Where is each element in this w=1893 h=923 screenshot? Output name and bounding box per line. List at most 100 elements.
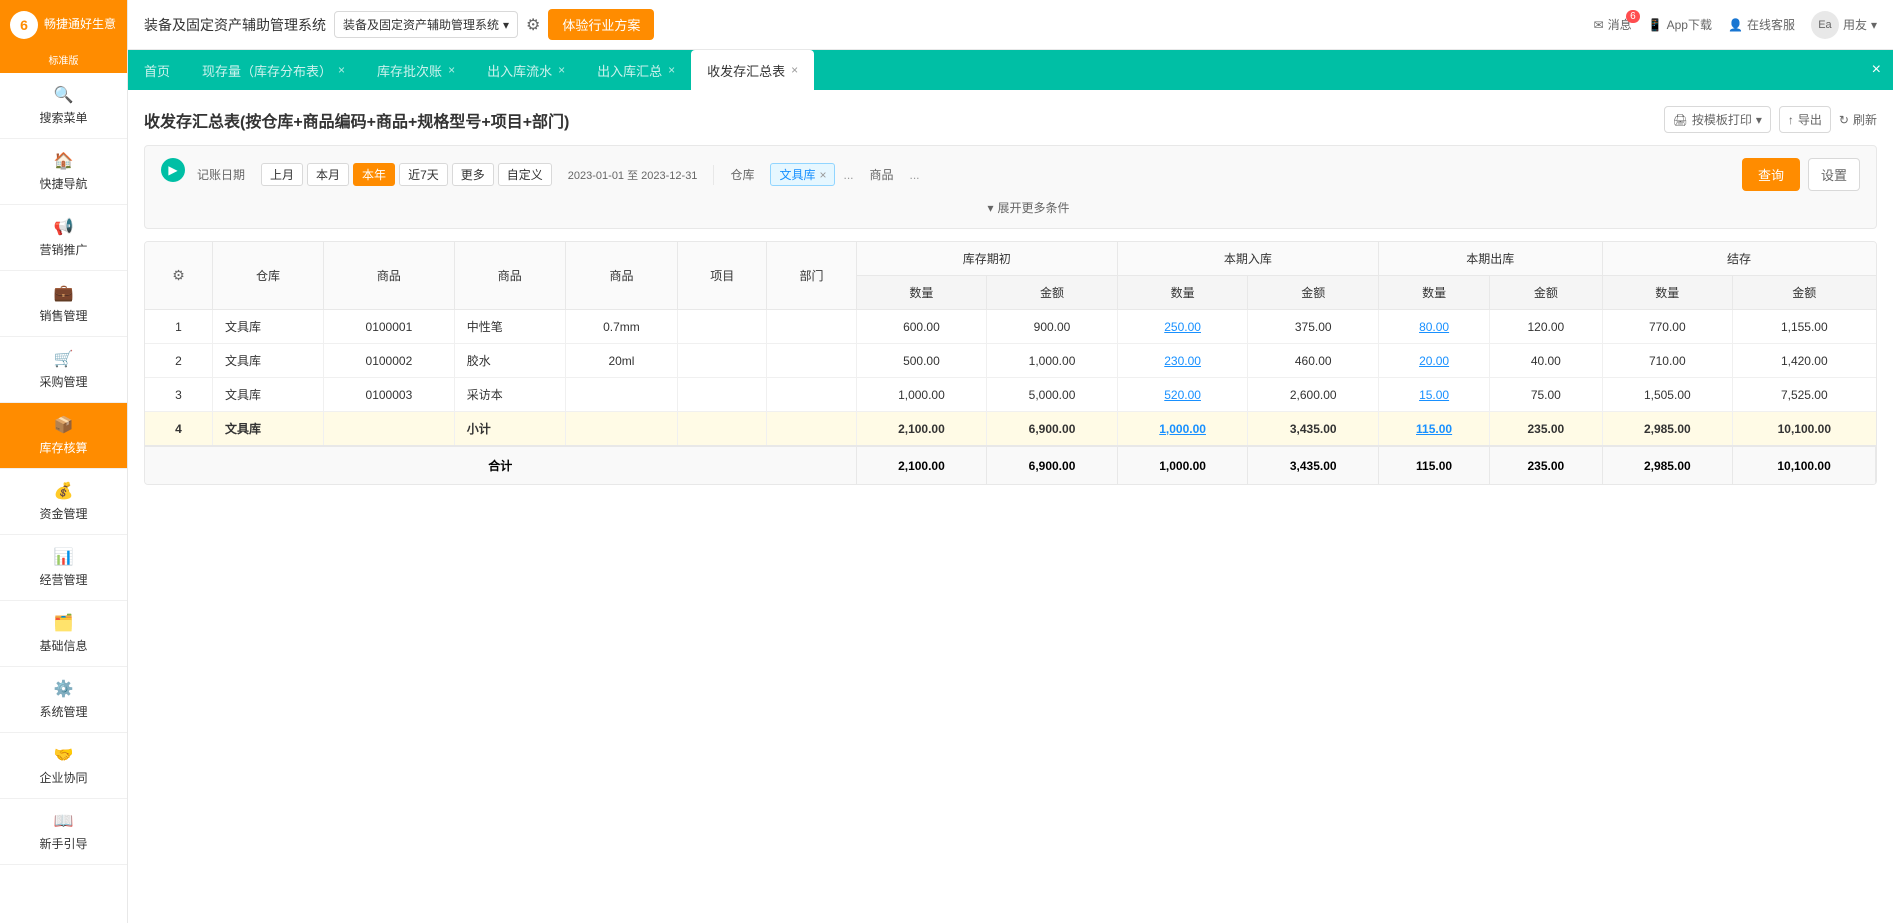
col-settings-header[interactable]: ⚙: [145, 242, 212, 310]
sidebar-item-quick[interactable]: 🏠 快捷导航: [0, 139, 127, 205]
filter-row-1: 记账日期 上月 本月 本年 近7天 更多 自定义 2023-01-01 至 20…: [197, 158, 1860, 191]
marketing-icon: 📢: [54, 217, 74, 237]
user-menu[interactable]: Ea 用友 ▾: [1811, 11, 1877, 39]
tab-inout-flow-close[interactable]: ×: [558, 63, 565, 77]
date-btn-custom[interactable]: 自定义: [498, 163, 552, 186]
table-cell: 1,505.00: [1602, 378, 1733, 412]
table-cell: [678, 412, 767, 447]
online-service-btn[interactable]: 👤 在线客服: [1728, 16, 1795, 33]
sidebar-item-marketing[interactable]: 📢 营销推广: [0, 205, 127, 271]
table-cell: 0100003: [324, 378, 455, 412]
tab-batch[interactable]: 库存批次账 ×: [361, 50, 471, 90]
date-btn-prev-month[interactable]: 上月: [261, 163, 303, 186]
table-cell: 0100001: [324, 310, 455, 344]
table-cell: [565, 378, 677, 412]
tab-stock-dist-label: 现存量（库存分布表）: [202, 61, 332, 80]
sidebar-item-purchase[interactable]: 🛒 采购管理: [0, 337, 127, 403]
app-download-btn[interactable]: 📱 App下载: [1648, 16, 1712, 33]
footer-label: 合计: [145, 446, 856, 484]
table-cell: [767, 412, 856, 447]
system-dropdown[interactable]: 装备及固定资产辅助管理系统 ▾: [334, 11, 518, 38]
table-cell[interactable]: 20.00: [1379, 344, 1490, 378]
experience-btn[interactable]: 体验行业方案: [548, 9, 654, 40]
table-cell[interactable]: 115.00: [1379, 412, 1490, 447]
col-goods-name-header: 商品: [454, 242, 565, 310]
col-close-amt-header: 金额: [1733, 276, 1876, 310]
close-all-tabs-btn[interactable]: ×: [1872, 61, 1893, 79]
tab-recv-send[interactable]: 收发存汇总表 ×: [691, 50, 814, 90]
expand-conditions-btn[interactable]: ▾ 展开更多条件: [987, 199, 1069, 216]
col-opening-header: 库存期初: [856, 242, 1117, 276]
export-btn[interactable]: ↑ 导出: [1779, 106, 1831, 133]
col-closing-header: 结存: [1602, 242, 1875, 276]
sidebar-item-search[interactable]: 🔍 搜索菜单: [0, 73, 127, 139]
goods-more[interactable]: ...: [910, 168, 920, 182]
table-cell[interactable]: 80.00: [1379, 310, 1490, 344]
table-cell: 3: [145, 378, 212, 412]
column-settings-icon[interactable]: ⚙: [172, 267, 185, 283]
table-cell: 6,900.00: [987, 412, 1118, 447]
message-btn[interactable]: ✉ 消息 6: [1594, 16, 1632, 33]
tab-inout-flow[interactable]: 出入库流水 ×: [471, 50, 581, 90]
warehouse-tag-close-icon[interactable]: ×: [819, 168, 826, 182]
home-icon: 🏠: [54, 151, 74, 171]
tab-recv-send-close[interactable]: ×: [791, 63, 798, 77]
export-label: 导出: [1798, 111, 1822, 128]
filter-divider: [713, 165, 714, 185]
tab-home[interactable]: 首页: [128, 50, 186, 90]
tab-stock-dist[interactable]: 现存量（库存分布表） ×: [186, 50, 361, 90]
system-icon: ⚙️: [54, 679, 74, 699]
warehouse-tag[interactable]: 文具库 ×: [770, 163, 835, 186]
print-btn[interactable]: 🖨 按模板打印 ▾: [1664, 106, 1771, 133]
sidebar-item-system[interactable]: ⚙️ 系统管理: [0, 667, 127, 733]
sidebar-logo: 6 畅捷通好生意: [0, 0, 127, 50]
sidebar-item-basic[interactable]: 🗂️ 基础信息: [0, 601, 127, 667]
tab-home-label: 首页: [144, 61, 170, 80]
online-service-label: 在线客服: [1747, 16, 1795, 33]
expand-row: ▾ 展开更多条件: [197, 199, 1860, 216]
table-cell: 2,600.00: [1248, 378, 1379, 412]
sidebar-item-label: 销售管理: [39, 307, 87, 324]
refresh-btn[interactable]: ↻ 刷新: [1839, 111, 1877, 128]
tab-inout-summary[interactable]: 出入库汇总 ×: [581, 50, 691, 90]
col-out-amt-header: 金额: [1490, 276, 1602, 310]
sidebar-item-label: 库存核算: [39, 439, 87, 456]
date-btn-more[interactable]: 更多: [452, 163, 494, 186]
settings-filter-btn[interactable]: 设置: [1808, 158, 1860, 191]
sidebar-item-business[interactable]: 📊 经营管理: [0, 535, 127, 601]
date-btn-7days[interactable]: 近7天: [399, 163, 448, 186]
table-cell: 文具库: [212, 310, 323, 344]
expand-icon: ▾: [987, 201, 993, 215]
footer-out-qty: 115.00: [1379, 446, 1490, 484]
sidebar-item-enterprise[interactable]: 🤝 企业协同: [0, 733, 127, 799]
date-btn-this-year[interactable]: 本年: [353, 163, 395, 186]
dropdown-text: 装备及固定资产辅助管理系统: [343, 16, 499, 33]
sidebar-item-finance[interactable]: 💰 资金管理: [0, 469, 127, 535]
date-btn-this-month[interactable]: 本月: [307, 163, 349, 186]
table-cell: 7,525.00: [1733, 378, 1876, 412]
warehouse-more[interactable]: ...: [843, 168, 853, 182]
query-btn[interactable]: 查询: [1742, 158, 1800, 191]
table-cell: 40.00: [1490, 344, 1602, 378]
tab-stock-dist-close[interactable]: ×: [338, 63, 345, 77]
tab-inout-summary-close[interactable]: ×: [668, 63, 675, 77]
footer-open-qty: 2,100.00: [856, 446, 987, 484]
table-cell[interactable]: 520.00: [1117, 378, 1248, 412]
message-icon: ✉: [1594, 18, 1604, 32]
footer-out-amt: 235.00: [1490, 446, 1602, 484]
sidebar-item-sales[interactable]: 💼 销售管理: [0, 271, 127, 337]
service-icon: 👤: [1728, 18, 1743, 32]
table-cell: 770.00: [1602, 310, 1733, 344]
table-cell[interactable]: 15.00: [1379, 378, 1490, 412]
settings-icon[interactable]: ⚙: [526, 15, 540, 35]
username: 用友: [1843, 16, 1867, 33]
table-cell[interactable]: 230.00: [1117, 344, 1248, 378]
sidebar-item-inventory[interactable]: 📦 库存核算: [0, 403, 127, 469]
tab-batch-close[interactable]: ×: [448, 63, 455, 77]
sidebar-item-guide[interactable]: 📖 新手引导: [0, 799, 127, 865]
table-cell[interactable]: 1,000.00: [1117, 412, 1248, 447]
sidebar-item-label: 经营管理: [39, 571, 87, 588]
collapse-arrow-btn[interactable]: ▶: [161, 158, 185, 182]
footer-close-amt: 10,100.00: [1733, 446, 1876, 484]
table-cell[interactable]: 250.00: [1117, 310, 1248, 344]
